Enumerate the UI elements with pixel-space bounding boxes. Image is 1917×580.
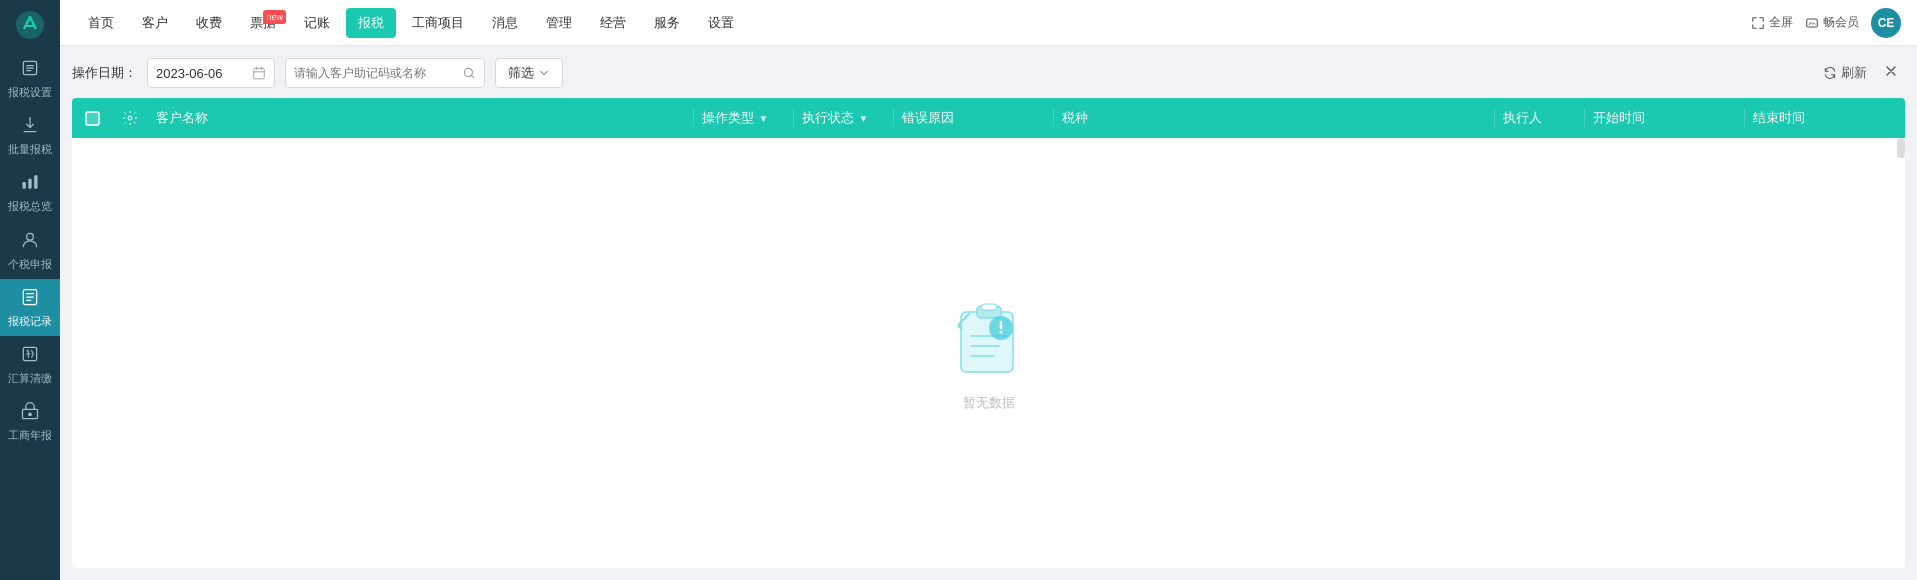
svg-rect-2 — [23, 182, 26, 189]
nav-gongshang[interactable]: 工商项目 — [400, 8, 476, 38]
svg-rect-13 — [85, 111, 98, 124]
chevron-down-icon — [538, 67, 550, 79]
svg-point-5 — [27, 233, 34, 240]
logo — [0, 0, 60, 50]
sidebar-item-baozhuitotal-label: 报税总览 — [8, 200, 52, 213]
search-wrapper[interactable] — [285, 58, 485, 88]
toolbar: 操作日期： 筛选 刷新 — [72, 58, 1905, 88]
select-all-checkbox[interactable] — [85, 111, 100, 126]
svg-point-14 — [128, 116, 132, 120]
nav-shouye[interactable]: 首页 — [76, 8, 126, 38]
svg-point-23 — [999, 331, 1002, 334]
topnav-items: 首页 客户 收费 票据 new 记账 报税 工商项目 消息 管理 经营 服务 设… — [76, 8, 1751, 38]
date-input-wrapper[interactable] — [147, 58, 275, 88]
nav-jizhang[interactable]: 记账 — [292, 8, 342, 38]
huisuan-icon — [20, 344, 40, 369]
geshui-icon — [20, 230, 40, 255]
sidebar-item-geshui-label: 个税申报 — [8, 258, 52, 271]
table-header: 客户名称 操作类型 ▼ 执行状态 ▼ 错误原因 税种 执行人 — [72, 98, 1905, 138]
refresh-icon — [1823, 66, 1837, 80]
calendar-icon — [252, 66, 266, 80]
svg-rect-9 — [28, 413, 31, 416]
sidebar-item-baoshuishezhi-label: 报税设置 — [8, 86, 52, 99]
date-input[interactable] — [156, 66, 246, 81]
table-container: 客户名称 操作类型 ▼ 执行状态 ▼ 错误原因 税种 执行人 — [72, 98, 1905, 568]
table-body: 暂无数据 — [72, 138, 1905, 568]
member-button[interactable]: 畅会员 — [1805, 14, 1859, 31]
fullscreen-button[interactable]: 全屏 — [1751, 14, 1793, 31]
nav-baoshui[interactable]: 报税 — [346, 8, 396, 38]
empty-text: 暂无数据 — [963, 394, 1015, 412]
nav-xiaoxi[interactable]: 消息 — [480, 8, 530, 38]
sidebar-item-huisuan[interactable]: 汇算清缴 — [0, 336, 60, 393]
sidebar-item-baozhuijilu-label: 报税记录 — [8, 315, 52, 328]
scroll-indicator[interactable] — [1897, 138, 1905, 158]
sidebar-item-huisuan-label: 汇算清缴 — [8, 372, 52, 385]
close-button[interactable] — [1877, 61, 1905, 85]
piliangshuibao-icon — [20, 115, 40, 140]
svg-rect-17 — [981, 304, 997, 310]
sidebar-item-piliangshuibao[interactable]: 批量报税 — [0, 107, 60, 164]
refresh-button[interactable]: 刷新 — [1823, 64, 1867, 82]
nav-shezhi[interactable]: 设置 — [696, 8, 746, 38]
sidebar: 报税设置 批量报税 报税总览 个税申报 报税记录 汇算清缴 工商 — [0, 0, 60, 580]
sidebar-item-gongshangnian[interactable]: 工商年报 — [0, 393, 60, 450]
settings-icon — [122, 110, 138, 126]
sidebar-item-baozhuijilu[interactable]: 报税记录 — [0, 279, 60, 336]
th-executor: 执行人 — [1495, 109, 1585, 127]
nav-kehu[interactable]: 客户 — [130, 8, 180, 38]
sidebar-item-geshui[interactable]: 个税申报 — [0, 222, 60, 279]
new-badge: new — [263, 10, 286, 24]
baoshuishezhi-icon — [20, 58, 40, 83]
optype-sort-icon: ▼ — [758, 113, 768, 124]
svg-rect-4 — [34, 176, 37, 189]
empty-illustration — [949, 294, 1029, 384]
svg-rect-11 — [254, 68, 265, 79]
nav-piao[interactable]: 票据 new — [238, 8, 288, 38]
th-starttime: 开始时间 — [1585, 109, 1745, 127]
exstatus-sort-icon: ▼ — [858, 113, 868, 124]
nav-shoufei[interactable]: 收费 — [184, 8, 234, 38]
gongshangnian-icon — [20, 401, 40, 426]
th-endtime: 结束时间 — [1745, 109, 1905, 127]
th-erreason: 错误原因 — [894, 109, 1054, 127]
main-area: 首页 客户 收费 票据 new 记账 报税 工商项目 消息 管理 经营 服务 设… — [60, 0, 1917, 580]
baozhuijilu-icon — [20, 287, 40, 312]
th-customer: 客户名称 — [148, 109, 694, 127]
nav-jingying[interactable]: 经营 — [588, 8, 638, 38]
baozhuitotal-icon — [20, 172, 40, 197]
topnav: 首页 客户 收费 票据 new 记账 报税 工商项目 消息 管理 经营 服务 设… — [60, 0, 1917, 46]
nav-guanli[interactable]: 管理 — [534, 8, 584, 38]
sidebar-item-baozhuitotal[interactable]: 报税总览 — [0, 164, 60, 221]
th-taxtype: 税种 — [1054, 109, 1495, 127]
filter-button[interactable]: 筛选 — [495, 58, 563, 88]
nav-fuwu[interactable]: 服务 — [642, 8, 692, 38]
avatar[interactable]: CE — [1871, 8, 1901, 38]
sidebar-item-gongshangnian-label: 工商年报 — [8, 429, 52, 442]
th-settings[interactable] — [112, 110, 148, 126]
th-checkbox[interactable] — [72, 111, 112, 126]
date-label: 操作日期： — [72, 64, 137, 82]
search-input[interactable] — [294, 66, 456, 80]
close-icon — [1883, 63, 1899, 79]
content: 操作日期： 筛选 刷新 — [60, 46, 1917, 580]
th-exstatus[interactable]: 执行状态 ▼ — [794, 109, 894, 127]
th-optype[interactable]: 操作类型 ▼ — [694, 109, 794, 127]
search-icon — [462, 66, 476, 80]
empty-state: 暂无数据 — [949, 294, 1029, 412]
sidebar-item-baoshuishezhi[interactable]: 报税设置 — [0, 50, 60, 107]
sidebar-item-piliangshuibao-label: 批量报税 — [8, 143, 52, 156]
topnav-right: 全屏 畅会员 CE — [1751, 8, 1901, 38]
svg-rect-3 — [28, 179, 31, 189]
